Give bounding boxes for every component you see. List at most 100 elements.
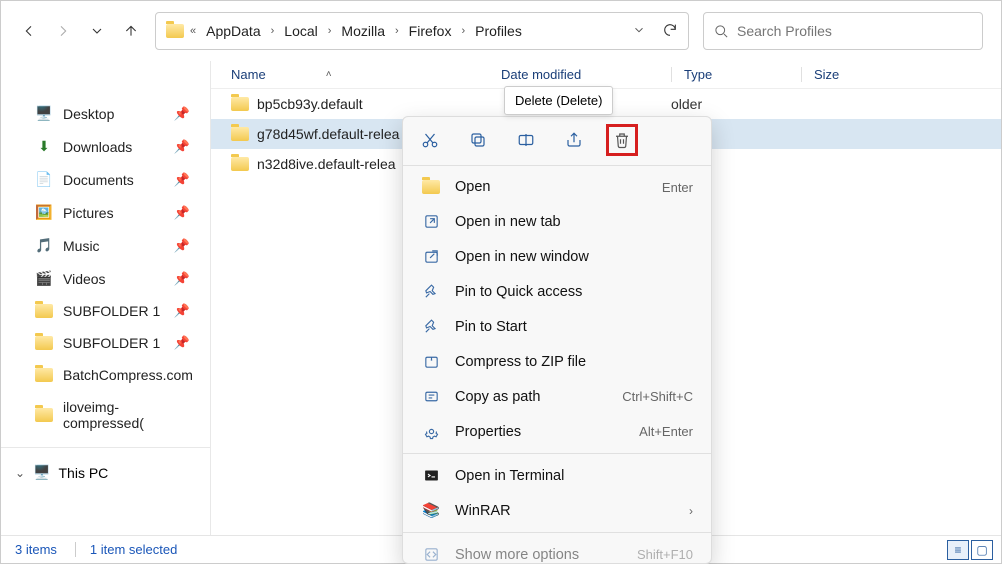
winrar-icon: 📚	[421, 502, 441, 519]
ctx-copy-path[interactable]: Copy as pathCtrl+Shift+C	[403, 379, 711, 414]
ctx-hotkey: Alt+Enter	[639, 424, 693, 439]
back-button[interactable]	[19, 21, 39, 41]
ctx-pin-quick[interactable]: Pin to Quick access	[403, 274, 711, 309]
downloads-icon: ⬇	[35, 138, 53, 155]
column-date[interactable]: Date modified	[501, 67, 671, 82]
share-icon[interactable]	[563, 129, 585, 151]
dropdown-icon[interactable]	[632, 23, 646, 40]
breadcrumb-part[interactable]: Profiles	[471, 21, 526, 41]
pin-icon: 📌	[174, 238, 190, 254]
chevron-right-icon: ›	[271, 25, 275, 37]
ctx-hotkey: Shift+F10	[637, 547, 693, 562]
delete-icon[interactable]	[606, 124, 638, 156]
ctx-compress[interactable]: Compress to ZIP file	[403, 344, 711, 379]
chevron-down-icon: ⌄	[15, 466, 25, 480]
up-button[interactable]	[121, 21, 141, 41]
ctx-properties[interactable]: PropertiesAlt+Enter	[403, 414, 711, 449]
folder-icon	[166, 24, 184, 38]
breadcrumb-overflow[interactable]: «	[190, 25, 196, 37]
documents-icon: 📄	[35, 171, 53, 188]
sidebar-item-documents[interactable]: 📄Documents📌	[1, 163, 210, 196]
sidebar-item-folder[interactable]: SUBFOLDER 1 📌	[1, 327, 210, 359]
newtab-icon	[421, 213, 441, 230]
sidebar-item-label: SUBFOLDER 1	[63, 303, 160, 319]
sidebar-item-folder[interactable]: BatchCompress.com	[1, 359, 210, 391]
sidebar-item-folder[interactable]: SUBFOLDER 1📌	[1, 295, 210, 327]
search-input[interactable]	[737, 23, 972, 39]
folder-icon	[231, 97, 249, 111]
ctx-label: Pin to Start	[455, 319, 527, 335]
file-name: g78d45wf.default-relea	[257, 126, 399, 142]
sidebar-item-downloads[interactable]: ⬇Downloads📌	[1, 130, 210, 163]
address-bar[interactable]: « AppData› Local› Mozilla› Firefox› Prof…	[155, 12, 689, 50]
column-type[interactable]: Type	[671, 67, 801, 82]
sidebar-item-label: Desktop	[63, 106, 114, 122]
ctx-open-new-window[interactable]: Open in new window	[403, 239, 711, 274]
file-name: n32d8ive.default-relea	[257, 156, 396, 172]
status-selected: 1 item selected	[75, 542, 177, 557]
ctx-open[interactable]: OpenEnter	[403, 170, 711, 204]
ctx-label: Open in new window	[455, 249, 589, 265]
sort-indicator-icon: ˄	[326, 69, 332, 80]
status-count: 3 items	[15, 542, 57, 557]
pc-icon: 🖥️	[33, 464, 50, 481]
sidebar-item-videos[interactable]: 🎬Videos📌	[1, 262, 210, 295]
column-headers: Name ˄ Date modified Type Size	[211, 61, 1001, 89]
rename-icon[interactable]	[515, 129, 537, 151]
folder-icon	[35, 408, 53, 422]
recent-dropdown[interactable]	[87, 21, 107, 41]
zip-icon	[421, 353, 441, 370]
newwindow-icon	[421, 248, 441, 265]
toolbar: « AppData› Local› Mozilla› Firefox› Prof…	[1, 1, 1001, 61]
sidebar-item-label: SUBFOLDER 1	[63, 335, 160, 351]
sidebar-item-pictures[interactable]: 🖼️Pictures📌	[1, 196, 210, 229]
sidebar-item-label: BatchCompress.com	[63, 367, 193, 383]
ctx-hotkey: Ctrl+Shift+C	[622, 389, 693, 404]
sidebar-item-desktop[interactable]: 🖥️ Desktop 📌	[1, 97, 210, 130]
view-details-button[interactable]: ≡	[947, 540, 969, 560]
breadcrumb-part[interactable]: Local	[280, 21, 321, 41]
pin-icon: 📌	[174, 106, 190, 122]
breadcrumb-part[interactable]: Mozilla	[337, 21, 389, 41]
ctx-pin-start[interactable]: Pin to Start	[403, 309, 711, 344]
breadcrumb-part[interactable]: AppData	[202, 21, 264, 41]
properties-icon	[421, 423, 441, 440]
pin-icon	[421, 318, 441, 335]
chevron-right-icon: ›	[328, 25, 332, 37]
chevron-right-icon: ›	[461, 25, 465, 37]
pin-icon: 📌	[174, 335, 190, 351]
ctx-winrar[interactable]: 📚WinRAR›	[403, 493, 711, 528]
sidebar-item-label: This PC	[59, 465, 109, 481]
desktop-icon: 🖥️	[35, 105, 53, 122]
pin-icon: 📌	[174, 139, 190, 155]
videos-icon: 🎬	[35, 270, 53, 287]
folder-icon	[231, 127, 249, 141]
folder-icon	[231, 157, 249, 171]
ctx-open-new-tab[interactable]: Open in new tab	[403, 204, 711, 239]
ctx-label: Open in new tab	[455, 214, 561, 230]
ctx-label: Open in Terminal	[455, 468, 564, 484]
more-icon	[421, 546, 441, 563]
breadcrumb-part[interactable]: Firefox	[405, 21, 456, 41]
sidebar-item-folder[interactable]: iloveimg-compressed(	[1, 391, 210, 439]
refresh-button[interactable]	[662, 22, 678, 41]
pin-icon: 📌	[174, 172, 190, 188]
file-type: older	[671, 96, 702, 112]
ctx-more-options[interactable]: Show more options Shift+F10	[403, 537, 711, 564]
open-icon	[421, 180, 441, 194]
forward-button[interactable]	[53, 21, 73, 41]
view-icons-button[interactable]: ▢	[971, 540, 993, 560]
ctx-terminal[interactable]: Open in Terminal	[403, 458, 711, 493]
cut-icon[interactable]	[419, 129, 441, 151]
ctx-label: WinRAR	[455, 503, 511, 519]
column-size[interactable]: Size	[801, 67, 839, 82]
copy-icon[interactable]	[467, 129, 489, 151]
sidebar-item-label: Pictures	[63, 205, 114, 221]
search-box[interactable]	[703, 12, 983, 50]
folder-icon	[35, 304, 53, 318]
sidebar-item-thispc[interactable]: ⌄ 🖥️ This PC	[1, 456, 210, 489]
sidebar-item-music[interactable]: 🎵Music📌	[1, 229, 210, 262]
ctx-label: Show more options	[455, 547, 579, 563]
column-name[interactable]: Name	[231, 67, 266, 82]
sidebar-item-label: Videos	[63, 271, 106, 287]
